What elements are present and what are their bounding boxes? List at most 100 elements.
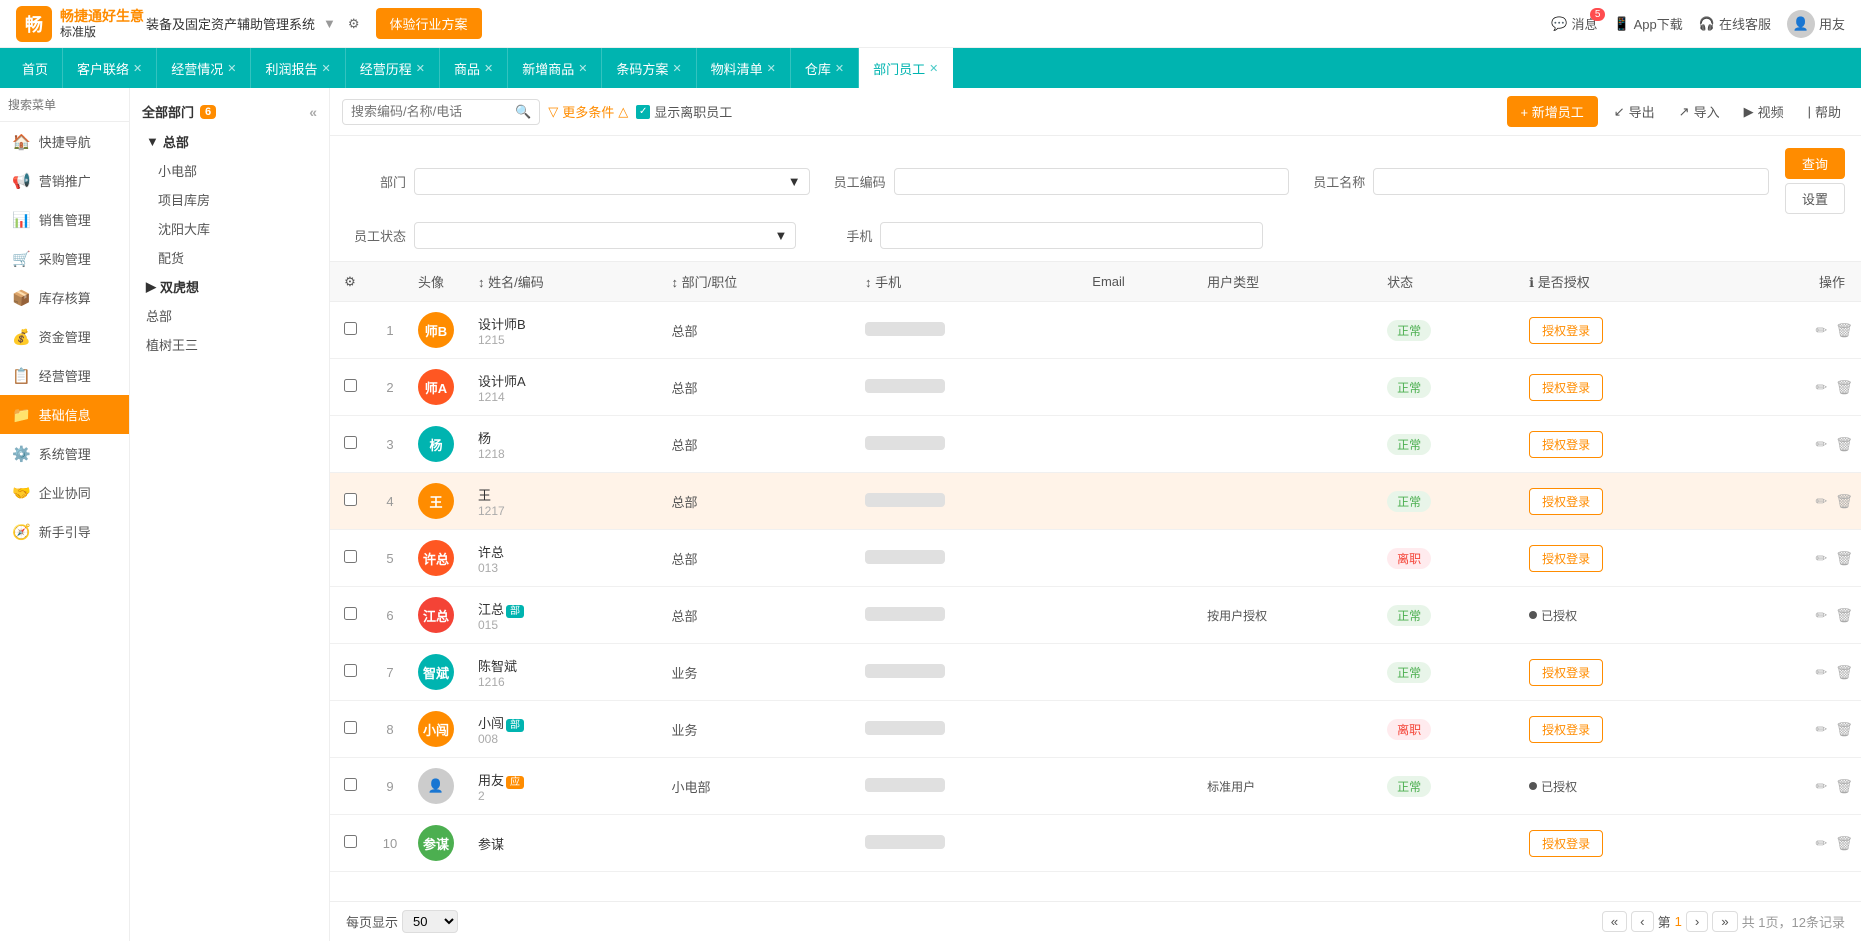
export-button[interactable]: ↙ 导出 (1606, 98, 1663, 125)
row-checkbox[interactable] (344, 493, 357, 506)
search-input[interactable] (8, 98, 130, 112)
tab-barcode[interactable]: 条码方案 ✕ (602, 48, 696, 88)
collapse-icon[interactable]: « (309, 104, 317, 120)
edit-icon[interactable]: ✏ (1815, 550, 1827, 567)
sidebar-item-sales[interactable]: 📊 销售管理 (0, 200, 129, 239)
phone-input[interactable] (880, 222, 1262, 249)
tab-profit[interactable]: 利润报告 ✕ (251, 48, 345, 88)
last-page-button[interactable]: » (1712, 911, 1737, 932)
row-checkbox[interactable] (344, 721, 357, 734)
search-input[interactable] (351, 104, 511, 119)
search-box[interactable]: 🔍 (342, 99, 540, 125)
reset-button[interactable]: 设置 (1785, 183, 1845, 214)
auth-button[interactable]: 授权登录 (1529, 716, 1603, 743)
edit-icon[interactable]: ✏ (1815, 721, 1827, 738)
tab-business[interactable]: 经营情况 ✕ (157, 48, 251, 88)
edit-icon[interactable]: ✏ (1815, 607, 1827, 624)
sidebar-search[interactable]: 🔍 (0, 88, 129, 122)
close-icon[interactable]: ✕ (835, 62, 844, 75)
row-checkbox-cell[interactable] (330, 587, 370, 644)
emp-code-input[interactable] (894, 168, 1290, 195)
dept-node-shenyang[interactable]: 沈阳大库 (138, 214, 321, 243)
import-button[interactable]: ↗ 导入 (1671, 98, 1728, 125)
per-page-select[interactable]: 50 100 200 (402, 910, 458, 933)
row-checkbox[interactable] (344, 379, 357, 392)
app-download-item[interactable]: 📱 App下载 (1613, 14, 1682, 33)
close-icon[interactable]: ✕ (578, 62, 587, 75)
row-checkbox-cell[interactable] (330, 815, 370, 872)
edit-icon[interactable]: ✏ (1815, 778, 1827, 795)
auth-button[interactable]: 授权登录 (1529, 488, 1603, 515)
tab-home[interactable]: 首页 (8, 48, 63, 88)
first-page-button[interactable]: « (1602, 911, 1627, 932)
query-button[interactable]: 查询 (1785, 148, 1845, 179)
delete-icon[interactable]: 🗑 (1835, 322, 1853, 339)
row-checkbox-cell[interactable] (330, 359, 370, 416)
row-checkbox-cell[interactable] (330, 473, 370, 530)
tab-materials[interactable]: 物料清单 ✕ (697, 48, 791, 88)
row-checkbox[interactable] (344, 322, 357, 335)
row-checkbox-cell[interactable] (330, 302, 370, 359)
emp-name-input[interactable] (1373, 168, 1769, 195)
auth-button[interactable]: 授权登录 (1529, 830, 1603, 857)
trial-button[interactable]: 体验行业方案 (376, 8, 482, 39)
close-icon[interactable]: ✕ (227, 62, 236, 75)
row-checkbox[interactable] (344, 607, 357, 620)
dept-node-general[interactable]: ▼ 总部 (138, 127, 321, 156)
col-dept[interactable]: ↕ 部门/职位 (664, 262, 858, 302)
dept-node-project[interactable]: 项目库房 (138, 185, 321, 214)
col-name[interactable]: ↕ 姓名/编码 (470, 262, 664, 302)
auth-button[interactable]: 授权登录 (1529, 431, 1603, 458)
row-checkbox[interactable] (344, 550, 357, 563)
sidebar-item-basic[interactable]: 📁 基础信息 (0, 395, 129, 434)
row-checkbox[interactable] (344, 664, 357, 677)
tab-addgoods[interactable]: 新增商品 ✕ (508, 48, 602, 88)
sys-dropdown-icon[interactable]: ▼ (323, 16, 336, 31)
prev-page-button[interactable]: ‹ (1631, 911, 1653, 932)
row-checkbox-cell[interactable] (330, 416, 370, 473)
delete-icon[interactable]: 🗑 (1835, 436, 1853, 453)
dept-node-small-elec[interactable]: 小电部 (138, 156, 321, 185)
sidebar-item-guide[interactable]: 🧭 新手引导 (0, 512, 129, 551)
delete-icon[interactable]: 🗑 (1835, 778, 1853, 795)
close-icon[interactable]: ✕ (672, 62, 681, 75)
online-service-item[interactable]: 🎧 在线客服 (1699, 14, 1771, 33)
delete-icon[interactable]: 🗑 (1835, 493, 1853, 510)
delete-icon[interactable]: 🗑 (1835, 721, 1853, 738)
col-settings[interactable]: ⚙ (330, 262, 370, 302)
tab-goods[interactable]: 商品 ✕ (440, 48, 508, 88)
tab-process[interactable]: 经营历程 ✕ (346, 48, 440, 88)
sidebar-item-company[interactable]: 🤝 企业协同 (0, 473, 129, 512)
close-icon[interactable]: ✕ (484, 62, 493, 75)
edit-icon[interactable]: ✏ (1815, 436, 1827, 453)
row-checkbox-cell[interactable] (330, 758, 370, 815)
sidebar-item-system[interactable]: ⚙️ 系统管理 (0, 434, 129, 473)
tab-customers[interactable]: 客户联络 ✕ (63, 48, 157, 88)
delete-icon[interactable]: 🗑 (1835, 835, 1853, 852)
close-icon[interactable]: ✕ (767, 62, 776, 75)
filter-button[interactable]: ▽ 更多条件 △ (548, 102, 628, 121)
row-checkbox[interactable] (344, 835, 357, 848)
delete-icon[interactable]: 🗑 (1835, 607, 1853, 624)
sidebar-item-finance[interactable]: 💰 资金管理 (0, 317, 129, 356)
sidebar-item-purchase[interactable]: 🛒 采购管理 (0, 239, 129, 278)
settings-icon[interactable]: ⚙ (348, 16, 360, 32)
message-icon-item[interactable]: 💬 消息 5 (1551, 14, 1597, 33)
edit-icon[interactable]: ✏ (1815, 493, 1827, 510)
dept-node-distribute[interactable]: 配货 (138, 243, 321, 272)
view-button[interactable]: ▶ 视频 (1736, 98, 1792, 125)
row-checkbox[interactable] (344, 436, 357, 449)
auth-button[interactable]: 授权登录 (1529, 374, 1603, 401)
edit-icon[interactable]: ✏ (1815, 664, 1827, 681)
auth-button[interactable]: 授权登录 (1529, 659, 1603, 686)
sidebar-item-marketing[interactable]: 📢 营销推广 (0, 161, 129, 200)
row-checkbox-cell[interactable] (330, 644, 370, 701)
sidebar-item-shortcut[interactable]: 🏠 快捷导航 (0, 122, 129, 161)
dept-node-planting[interactable]: 植树王三 (138, 330, 321, 359)
next-page-button[interactable]: › (1686, 911, 1708, 932)
close-icon[interactable]: ✕ (416, 62, 425, 75)
row-checkbox-cell[interactable] (330, 530, 370, 587)
dept-node-shuangxiang[interactable]: ▶ 双虎想 (138, 272, 321, 301)
user-item[interactable]: 👤 用友 (1787, 10, 1845, 38)
show-left-employees-toggle[interactable]: ✓ 显示离职员工 (636, 102, 732, 121)
